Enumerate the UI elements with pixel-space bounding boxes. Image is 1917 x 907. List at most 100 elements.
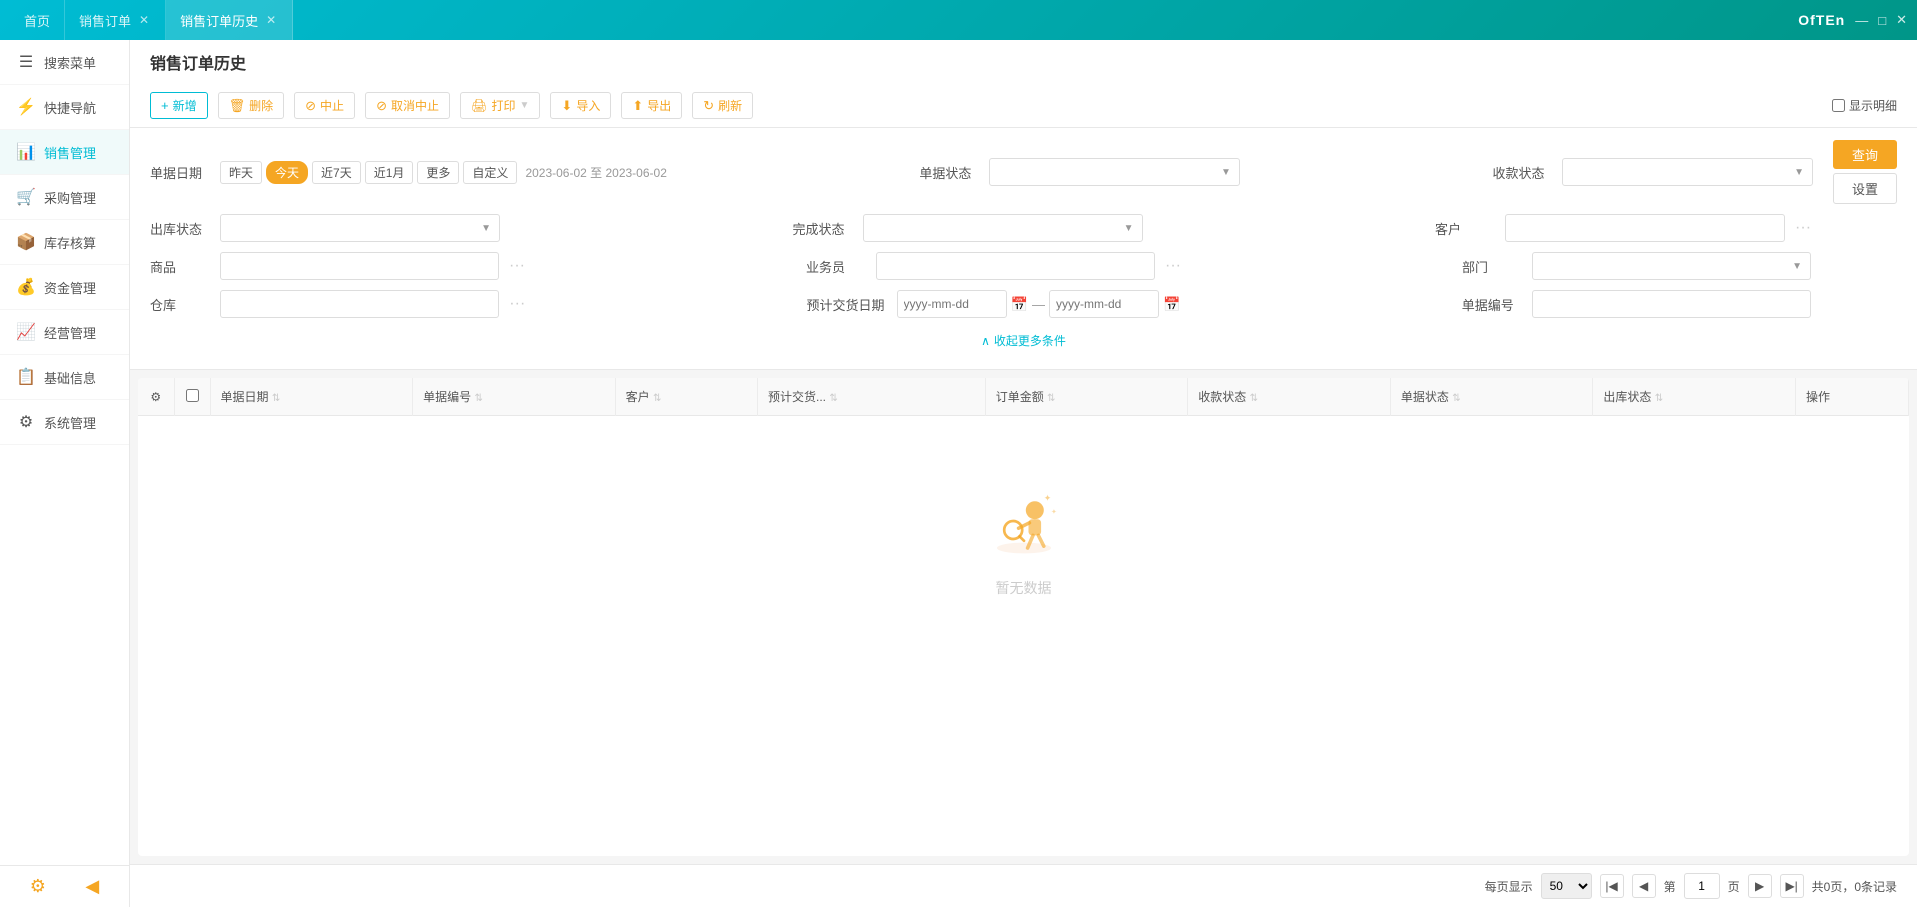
- customer-input[interactable]: [1505, 214, 1785, 242]
- date-btn-7days[interactable]: 近7天: [312, 161, 361, 184]
- collapse-row[interactable]: ∧ 收起更多条件: [150, 328, 1897, 357]
- footer-pagination: 每页显示 20 50 100 |◀ ◀ 第 页 ▶ ▶| 共0页，0条记录: [130, 864, 1917, 907]
- sidebar-settings-icon[interactable]: ⚙: [30, 876, 46, 897]
- date-btn-more[interactable]: 更多: [417, 161, 459, 184]
- tab-home[interactable]: 首页: [10, 0, 65, 40]
- brand-text: OfTEn: [1798, 12, 1845, 28]
- complete-select[interactable]: ▼: [863, 214, 1143, 242]
- warehouse-label: 仓库: [150, 295, 210, 314]
- delivery-to-input[interactable]: [1049, 290, 1159, 318]
- export-label: 导出: [647, 97, 671, 114]
- show-details-checkbox[interactable]: [1832, 99, 1845, 112]
- print-button[interactable]: 🖨 打印 ▼: [460, 92, 540, 119]
- first-page-button[interactable]: |◀: [1600, 874, 1624, 898]
- import-button[interactable]: ⬇ 导入: [550, 92, 611, 119]
- export-button[interactable]: ⬆ 导出: [621, 92, 682, 119]
- page-number-input[interactable]: [1684, 873, 1720, 899]
- next-page-button[interactable]: ▶: [1748, 874, 1772, 898]
- date-btn-1month[interactable]: 近1月: [365, 161, 414, 184]
- sidebar: ☰ 搜索菜单 ⚡ 快捷导航 📊 销售管理 🛒 采购管理 📦 库存核算 💰 资金管…: [0, 40, 130, 907]
- th-bill-status[interactable]: 单据状态 ⇅: [1390, 378, 1593, 416]
- out-arrow-icon: ▼: [481, 223, 491, 234]
- sidebar-item-operations[interactable]: 📈 经营管理: [0, 310, 129, 355]
- sidebar-item-system[interactable]: ⚙ 系统管理: [0, 400, 129, 445]
- sidebar-item-quick-nav[interactable]: ⚡ 快捷导航: [0, 85, 129, 130]
- cancel-stop-icon: ⊘: [376, 98, 387, 114]
- delivery-from-calendar-icon[interactable]: 📅: [1011, 296, 1028, 313]
- date-btn-today[interactable]: 今天: [266, 161, 308, 184]
- salesperson-input[interactable]: [876, 252, 1155, 280]
- salesperson-more-icon[interactable]: ···: [1165, 257, 1181, 275]
- th-payment-status[interactable]: 收款状态 ⇅: [1188, 378, 1391, 416]
- warehouse-more-icon[interactable]: ···: [509, 295, 525, 313]
- collect-select[interactable]: ▼: [1562, 158, 1813, 186]
- window-minimize[interactable]: —: [1855, 13, 1868, 28]
- cancel-stop-button[interactable]: ⊘ 取消中止: [365, 92, 450, 119]
- sidebar-item-finance[interactable]: 💰 资金管理: [0, 265, 129, 310]
- stop-label: 中止: [320, 97, 344, 114]
- salesperson-label: 业务员: [806, 257, 866, 276]
- dept-select[interactable]: ▼: [1532, 252, 1811, 280]
- sidebar-collapse-icon[interactable]: ◀: [85, 876, 99, 897]
- last-page-button[interactable]: ▶|: [1780, 874, 1804, 898]
- date-label: 单据日期: [150, 163, 210, 182]
- top-bar: 首页 销售订单 ✕ 销售订单历史 ✕ OfTEn — □ ✕: [0, 0, 1917, 40]
- delivery-from-input[interactable]: [897, 290, 1007, 318]
- prev-page-button[interactable]: ◀: [1632, 874, 1656, 898]
- date-btn-custom[interactable]: 自定义: [463, 161, 517, 184]
- th-customer-label: 客户: [626, 390, 650, 404]
- th-settings[interactable]: ⚙: [138, 378, 174, 416]
- th-date[interactable]: 单据日期 ⇅: [210, 378, 413, 416]
- date-range-text: 2023-06-02 至 2023-06-02: [525, 164, 666, 181]
- chevron-up-icon: ∧: [981, 334, 990, 348]
- select-all-checkbox[interactable]: [186, 389, 199, 402]
- th-customer[interactable]: 客户 ⇅: [615, 378, 757, 416]
- query-button[interactable]: 查询: [1833, 140, 1897, 169]
- finance-icon: 💰: [16, 277, 36, 297]
- th-actions-label: 操作: [1806, 390, 1830, 404]
- sidebar-item-purchase[interactable]: 🛒 采购管理: [0, 175, 129, 220]
- goods-input[interactable]: [220, 252, 499, 280]
- date-btn-yesterday[interactable]: 昨天: [220, 161, 262, 184]
- settings-icon[interactable]: ⚙: [150, 390, 161, 404]
- tab-sales-order-history[interactable]: 销售订单历史 ✕: [166, 0, 293, 40]
- customer-sort-icon: ⇅: [653, 393, 661, 404]
- refresh-label: 刷新: [718, 97, 742, 114]
- sidebar-item-basic-info[interactable]: 📋 基础信息: [0, 355, 129, 400]
- goods-more-icon[interactable]: ···: [509, 257, 525, 275]
- date-sort-icon: ⇅: [272, 393, 280, 404]
- tab-sales-order-close[interactable]: ✕: [137, 13, 151, 27]
- sidebar-item-sales[interactable]: 📊 销售管理: [0, 130, 129, 175]
- th-number[interactable]: 单据编号 ⇅: [413, 378, 616, 416]
- new-button[interactable]: + 新增: [150, 92, 208, 119]
- delete-button[interactable]: 🗑 删除: [218, 92, 285, 119]
- sidebar-item-operations-label: 经营管理: [44, 323, 96, 342]
- delete-icon: 🗑: [229, 98, 246, 114]
- sidebar-item-finance-label: 资金管理: [44, 278, 96, 297]
- filter-row-3: 商品 ··· 业务员 ··· 部门 ▼: [150, 252, 1897, 280]
- new-icon: +: [161, 98, 169, 113]
- th-delivery[interactable]: 预计交货... ⇅: [758, 378, 986, 416]
- warehouse-input[interactable]: [220, 290, 499, 318]
- tab-sales-order-history-close[interactable]: ✕: [264, 13, 278, 27]
- out-sort-icon: ⇅: [1655, 393, 1663, 404]
- customer-label: 客户: [1435, 219, 1495, 238]
- customer-more-icon[interactable]: ···: [1795, 219, 1811, 237]
- tab-sales-order[interactable]: 销售订单 ✕: [65, 0, 166, 40]
- bill-number-input[interactable]: [1532, 290, 1811, 318]
- stop-button[interactable]: ⊘ 中止: [294, 92, 355, 119]
- set-button[interactable]: 设置: [1833, 173, 1897, 204]
- refresh-button[interactable]: ↻ 刷新: [692, 92, 753, 119]
- show-details-toggle[interactable]: 显示明细: [1832, 97, 1897, 114]
- delivery-to-calendar-icon[interactable]: 📅: [1163, 296, 1180, 313]
- window-maximize[interactable]: □: [1878, 13, 1886, 28]
- status-select[interactable]: ▼: [989, 158, 1240, 186]
- out-select[interactable]: ▼: [220, 214, 500, 242]
- page-size-select[interactable]: 20 50 100: [1541, 873, 1592, 899]
- th-check[interactable]: [174, 378, 210, 416]
- th-out-status[interactable]: 出库状态 ⇅: [1593, 378, 1796, 416]
- sidebar-item-inventory[interactable]: 📦 库存核算: [0, 220, 129, 265]
- th-amount[interactable]: 订单金额 ⇅: [985, 378, 1188, 416]
- sidebar-item-search-menu[interactable]: ☰ 搜索菜单: [0, 40, 129, 85]
- window-close[interactable]: ✕: [1896, 12, 1907, 28]
